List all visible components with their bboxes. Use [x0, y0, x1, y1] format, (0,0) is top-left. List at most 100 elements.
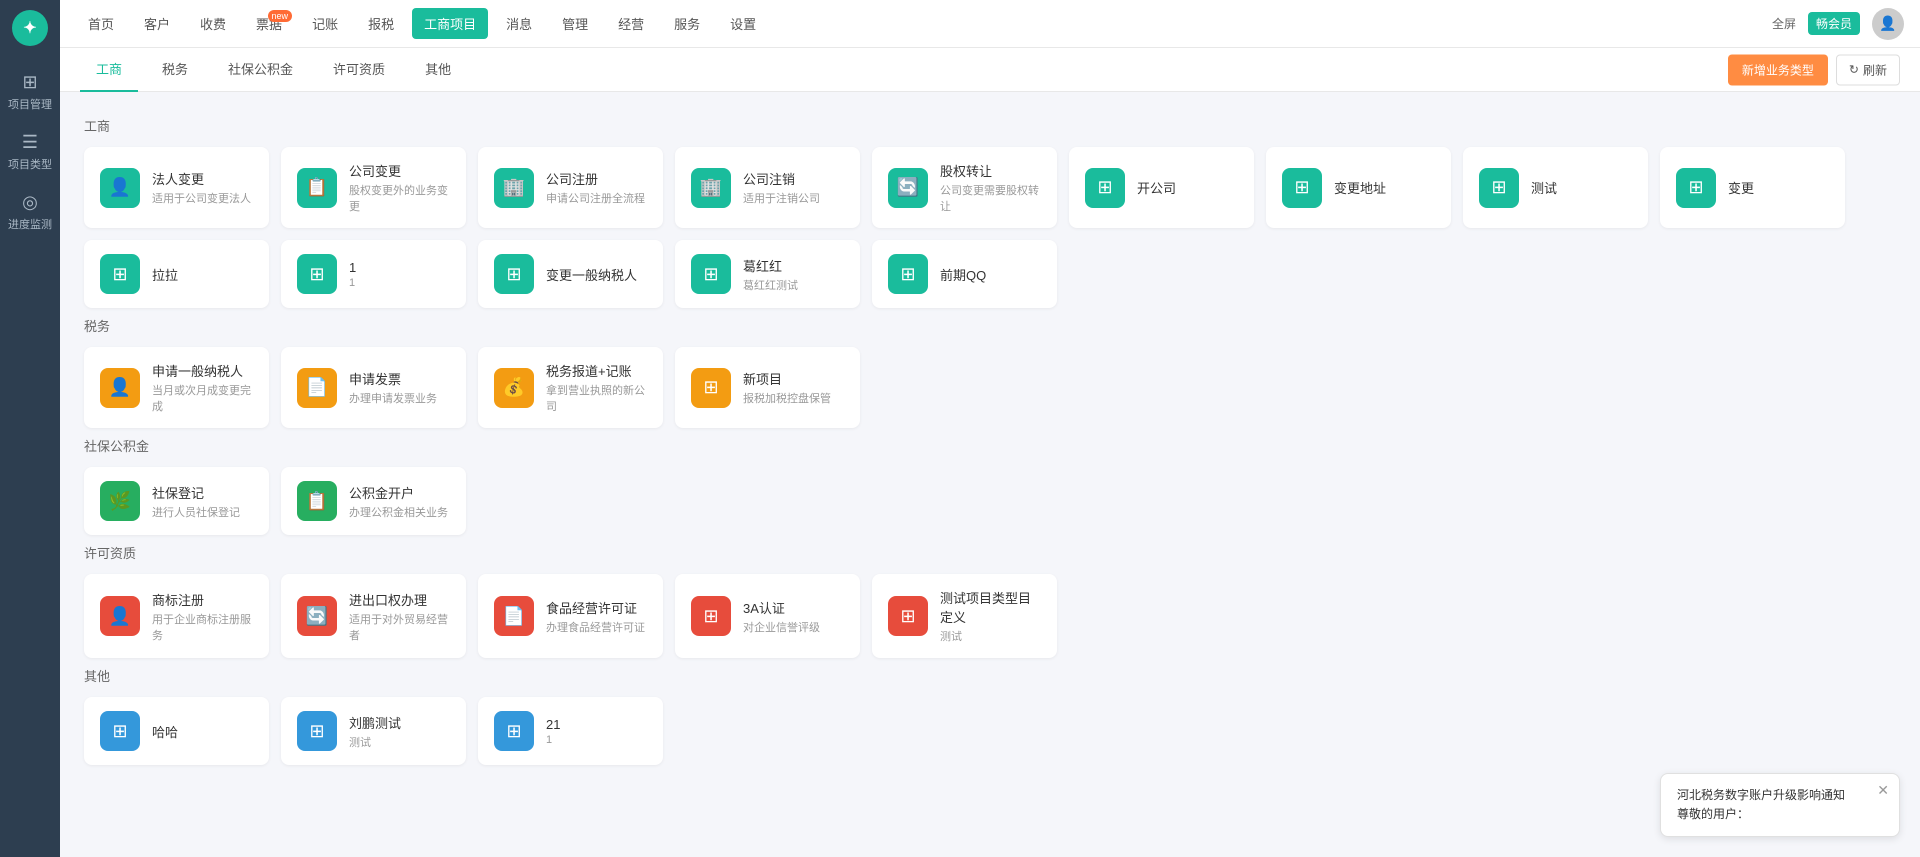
fullscreen-btn[interactable]: 全屏: [1772, 15, 1796, 32]
nav-settings[interactable]: 设置: [718, 8, 768, 39]
card-qianqi-qq[interactable]: ⊞ 前期QQ: [872, 240, 1057, 308]
item21-subtitle: 1: [546, 734, 560, 746]
company-change-subtitle: 股权变更外的业务变更: [349, 182, 450, 214]
legal-change-subtitle: 适用于公司变更法人: [152, 190, 251, 206]
card-lala[interactable]: ⊞ 拉拉: [84, 240, 269, 308]
trademark-icon: 👤: [100, 596, 140, 636]
mahonghong-icon: ⊞: [691, 254, 731, 294]
sidebar: ✦ ⊞ 项目管理 ☰ 项目类型 ◎ 进度监测: [0, 0, 60, 857]
card-test-proj-type[interactable]: ⊞ 测试项目类型目定义 测试: [872, 574, 1057, 658]
fund-open-subtitle: 办理公积金相关业务: [349, 504, 448, 520]
card-change-tax[interactable]: ⊞ 变更一般纳税人: [478, 240, 663, 308]
card-item21[interactable]: ⊞ 21 1: [478, 697, 663, 765]
tab-shuiwu[interactable]: 税务: [146, 47, 204, 92]
shebao-title: 社保公积金: [84, 436, 1896, 455]
nav-fee[interactable]: 收费: [188, 8, 238, 39]
new-project-icon: ⊞: [691, 368, 731, 408]
item21-title: 21: [546, 717, 560, 732]
card-company-change[interactable]: 📋 公司变更 股权变更外的业务变更: [281, 147, 466, 228]
open-company-title: 开公司: [1137, 178, 1176, 197]
nav-ledger[interactable]: 记账: [300, 8, 350, 39]
notification-close-button[interactable]: ✕: [1877, 782, 1889, 799]
nav-tax[interactable]: 报税: [356, 8, 406, 39]
card-equity-transfer[interactable]: 🔄 股权转让 公司变更需要股权转让: [872, 147, 1057, 228]
nav-message[interactable]: 消息: [494, 8, 544, 39]
card-apply-tax[interactable]: 👤 申请一般纳税人 当月或次月成变更完成: [84, 347, 269, 428]
company-register-title: 公司注册: [546, 169, 645, 188]
shuiwu-cards: 👤 申请一般纳税人 当月或次月成变更完成 📄 申请发票 办理申请发票业务 💰: [84, 347, 1896, 428]
card-item1[interactable]: ⊞ 1 1: [281, 240, 466, 308]
card-change-address[interactable]: ⊞ 变更地址: [1266, 147, 1451, 228]
avatar[interactable]: 👤: [1872, 8, 1904, 40]
subtabs-right: 新增业务类型 ↻ 刷新: [1728, 54, 1900, 85]
nav-bizproject[interactable]: 工商项目: [412, 8, 488, 39]
card-mahonghong[interactable]: ⊞ 葛红红 葛红红测试: [675, 240, 860, 308]
sidebar-item-progress-monitor[interactable]: ◎ 进度监测: [0, 182, 60, 242]
card-new-project[interactable]: ⊞ 新项目 报税加税控盘保管: [675, 347, 860, 428]
tab-shebao[interactable]: 社保公积金: [212, 47, 309, 92]
card-change1[interactable]: ⊞ 变更: [1660, 147, 1845, 228]
qianqi-qq-title: 前期QQ: [940, 265, 986, 284]
sidebar-label-progress-monitor: 进度监测: [8, 216, 52, 232]
company-change-title: 公司变更: [349, 161, 450, 180]
card-food-license[interactable]: 📄 食品经营许可证 办理食品经营许可证: [478, 574, 663, 658]
add-type-button[interactable]: 新增业务类型: [1728, 54, 1828, 85]
card-liupeng-test[interactable]: ⊞ 刘鹏测试 测试: [281, 697, 466, 765]
3a-cert-title: 3A认证: [743, 598, 820, 617]
import-export-title: 进出口权办理: [349, 590, 450, 609]
card-apply-invoice[interactable]: 📄 申请发票 办理申请发票业务: [281, 347, 466, 428]
company-register-icon: 🏢: [494, 168, 534, 208]
card-company-register[interactable]: 🏢 公司注册 申请公司注册全流程: [478, 147, 663, 228]
test1-icon: ⊞: [1479, 168, 1519, 208]
3a-cert-icon: ⊞: [691, 596, 731, 636]
nav-ticket[interactable]: 票据 new: [244, 8, 294, 39]
sidebar-item-project-type[interactable]: ☰ 项目类型: [0, 122, 60, 182]
shebao-section: 社保公积金 🌿 社保登记 进行人员社保登记 📋 公积金开户 办理公积金相关业务: [84, 436, 1896, 535]
gongshang-title: 工商: [84, 116, 1896, 135]
legal-change-title: 法人变更: [152, 169, 251, 188]
trademark-title: 商标注册: [152, 590, 253, 609]
card-open-company[interactable]: ⊞ 开公司: [1069, 147, 1254, 228]
card-trademark[interactable]: 👤 商标注册 用于企业商标注册服务: [84, 574, 269, 658]
card-import-export[interactable]: 🔄 进出口权办理 适用于对外贸易经营者: [281, 574, 466, 658]
card-company-cancel[interactable]: 🏢 公司注销 适用于注销公司: [675, 147, 860, 228]
shuiwu-title: 税务: [84, 316, 1896, 335]
change1-title: 变更: [1728, 178, 1754, 197]
nav-manage[interactable]: 管理: [550, 8, 600, 39]
liupeng-test-title: 刘鹏测试: [349, 713, 401, 732]
trademark-subtitle: 用于企业商标注册服务: [152, 611, 253, 643]
test1-title: 测试: [1531, 178, 1557, 197]
vip-btn[interactable]: 畅会员: [1808, 12, 1860, 35]
haha-icon: ⊞: [100, 711, 140, 751]
food-license-title: 食品经营许可证: [546, 598, 645, 617]
apply-invoice-subtitle: 办理申请发票业务: [349, 390, 437, 406]
notification-title: 河北税务数字账户升级影响通知: [1677, 786, 1883, 805]
notification-subtitle: 尊敬的用户：: [1677, 805, 1883, 824]
tab-other[interactable]: 其他: [409, 47, 467, 92]
card-tax-report[interactable]: 💰 税务报道+记账 拿到营业执照的新公司: [478, 347, 663, 428]
card-3a-cert[interactable]: ⊞ 3A认证 对企业信誉评级: [675, 574, 860, 658]
nav-service[interactable]: 服务: [662, 8, 712, 39]
card-haha[interactable]: ⊞ 哈哈: [84, 697, 269, 765]
sidebar-label-project-mgmt: 项目管理: [8, 96, 52, 112]
nav-home[interactable]: 首页: [76, 8, 126, 39]
card-legal-change[interactable]: 👤 法人变更 适用于公司变更法人: [84, 147, 269, 228]
change-tax-title: 变更一般纳税人: [546, 265, 637, 284]
item21-icon: ⊞: [494, 711, 534, 751]
content: 工商 👤 法人变更 适用于公司变更法人 📋 公司变更 股权变更外的业务变更: [60, 92, 1920, 857]
item1-subtitle: 1: [349, 277, 356, 289]
tab-gongshang[interactable]: 工商: [80, 47, 138, 92]
other-cards: ⊞ 哈哈 ⊞ 刘鹏测试 测试 ⊞ 21 1: [84, 697, 1896, 765]
refresh-button[interactable]: ↻ 刷新: [1836, 54, 1900, 85]
nav-customer[interactable]: 客户: [132, 8, 182, 39]
sidebar-item-project-mgmt[interactable]: ⊞ 项目管理: [0, 62, 60, 122]
tab-xuke[interactable]: 许可资质: [317, 47, 401, 92]
lala-icon: ⊞: [100, 254, 140, 294]
test-proj-type-icon: ⊞: [888, 596, 928, 636]
card-test1[interactable]: ⊞ 测试: [1463, 147, 1648, 228]
nav-operation[interactable]: 经营: [606, 8, 656, 39]
company-cancel-icon: 🏢: [691, 168, 731, 208]
card-social-register[interactable]: 🌿 社保登记 进行人员社保登记: [84, 467, 269, 535]
card-fund-open[interactable]: 📋 公积金开户 办理公积金相关业务: [281, 467, 466, 535]
tax-report-icon: 💰: [494, 368, 534, 408]
